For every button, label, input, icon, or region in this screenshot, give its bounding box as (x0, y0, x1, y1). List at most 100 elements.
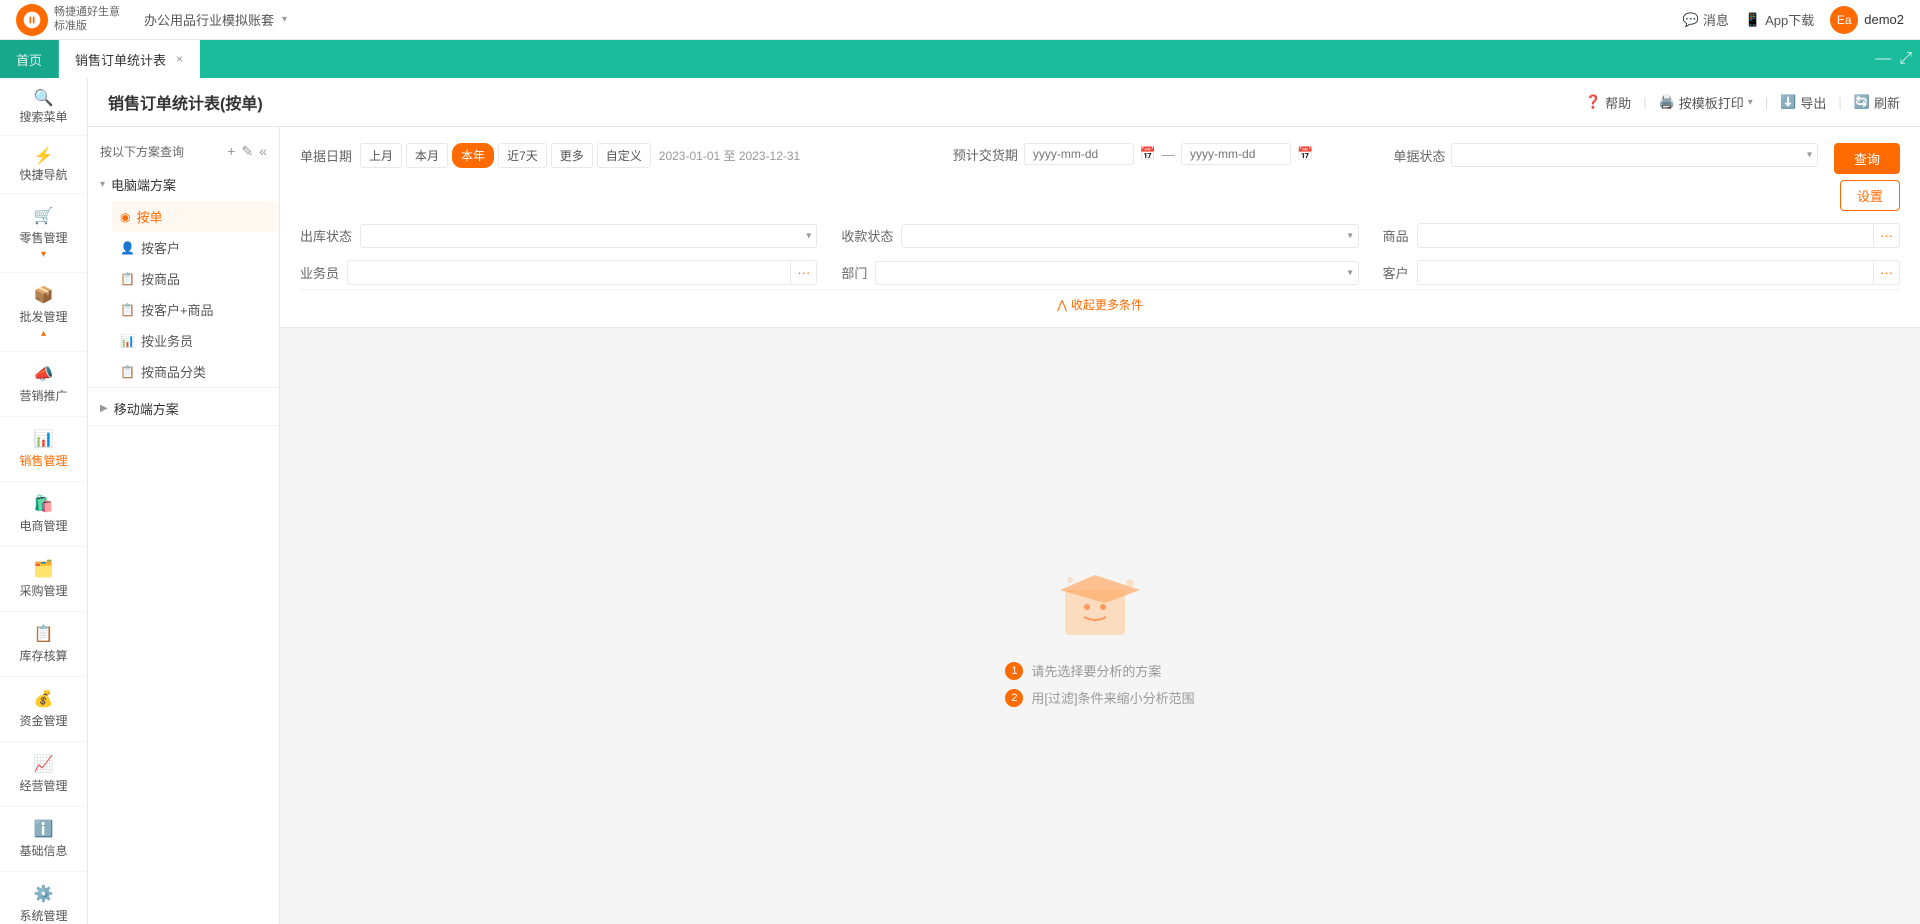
sidebar-item-marketing[interactable]: 📣 营销推广 (0, 352, 87, 417)
refresh-button[interactable]: 🔄 刷新 (1854, 93, 1900, 112)
mobile-expand-arrow-icon: ▶ (100, 403, 108, 414)
app-download-button[interactable]: 📱 App下载 (1745, 10, 1814, 29)
date-dash: — (1162, 147, 1175, 162)
scheme-by-goods[interactable]: 📋 按商品 (112, 263, 279, 294)
tab-home[interactable]: 首页 (0, 40, 59, 78)
divider3: | (1838, 95, 1841, 110)
scheme-by-category[interactable]: 📋 按商品分类 (112, 356, 279, 387)
date-btn-more[interactable]: 更多 (551, 143, 593, 168)
two-panel: 按以下方案查询 + ✎ « ▾ 电脑端方案 ◉ 按 (88, 127, 1920, 924)
sidebar-item-finance[interactable]: 💰 资金管理 (0, 677, 87, 742)
page-header: 销售订单统计表(按单) ❓ 帮助 | 🖨️ 按模板打印 ▾ | ⬇️ 导出 | (88, 78, 1920, 127)
app-dropdown[interactable]: ▾ (282, 14, 287, 25)
date-btn-this-month[interactable]: 本月 (406, 143, 448, 168)
sidebar-item-basic[interactable]: ℹ️ 基础信息 (0, 807, 87, 872)
salesperson-dots-icon[interactable]: ··· (790, 261, 816, 284)
top-bar: 畅捷通好生意 标准版 办公用品行业模拟账套 ▾ 💬 消息 📱 App下载 Ea … (0, 0, 1920, 40)
sidebar-item-inventory[interactable]: 📋 库存核算 (0, 612, 87, 677)
sidebar-item-retail[interactable]: 🛒 零售管理 ▾ (0, 194, 87, 273)
sidebar-item-sales[interactable]: 📊 销售管理 (0, 417, 87, 482)
goods-dots-icon[interactable]: ··· (1873, 224, 1899, 247)
desktop-schemes-section: ▾ 电脑端方案 ◉ 按单 👤 按客户 📋 (88, 168, 279, 388)
finance-icon: 💰 (34, 689, 54, 709)
goods-label: 商品 (1383, 226, 1409, 245)
top-bar-right: 💬 消息 📱 App下载 Ea demo2 (1683, 6, 1904, 34)
page-title: 销售订单统计表(按单) (108, 90, 263, 114)
sidebar-item-operations[interactable]: 📈 经营管理 (0, 742, 87, 807)
scheme-by-order[interactable]: ◉ 按单 (112, 201, 279, 232)
date-btn-last-month[interactable]: 上月 (360, 143, 402, 168)
sidebar-item-purchase[interactable]: 🗂️ 采购管理 (0, 547, 87, 612)
date-btn-this-year[interactable]: 本年 (452, 143, 494, 168)
ecommerce-icon: 🛍️ (34, 494, 54, 514)
sidebar-quick-nav[interactable]: ⚡ 快捷导航 (0, 136, 87, 194)
date-btn-custom[interactable]: 自定义 (597, 143, 651, 168)
retail-icon: 🛒 (34, 206, 54, 226)
scheme-cg-icon: 📋 (120, 303, 135, 317)
customer-label: 客户 (1383, 263, 1409, 282)
date-calendar-end-icon[interactable]: 📅 (1297, 146, 1313, 162)
tab-minimize-icon[interactable]: — (1875, 50, 1891, 68)
sidebar-item-wholesale[interactable]: 📦 批发管理 ▴ (0, 273, 87, 352)
tab-active[interactable]: 销售订单统计表 × (59, 40, 200, 78)
query-button[interactable]: 查询 (1834, 143, 1900, 174)
department-select[interactable] (875, 261, 1358, 285)
desktop-schemes-title[interactable]: ▾ 电脑端方案 (88, 168, 279, 201)
app-title: 办公用品行业模拟账套 (144, 10, 274, 29)
hint-item-1: 1 请先选择要分析的方案 (1005, 661, 1194, 680)
avatar: Ea (1830, 6, 1858, 34)
export-icon: ⬇️ (1780, 94, 1796, 110)
user-area[interactable]: Ea demo2 (1830, 6, 1904, 34)
bill-status-select[interactable] (1451, 143, 1818, 167)
salesperson-input[interactable] (348, 262, 790, 284)
message-button[interactable]: 💬 消息 (1683, 10, 1729, 29)
collapse-panel-icon[interactable]: « (259, 143, 267, 160)
user-name: demo2 (1864, 12, 1904, 27)
customer-input[interactable] (1418, 262, 1873, 284)
scheme-by-customer-goods[interactable]: 📋 按客户+商品 (112, 294, 279, 325)
add-scheme-icon[interactable]: + (227, 143, 235, 160)
print-button[interactable]: 🖨️ 按模板打印 ▾ (1659, 93, 1753, 112)
logo-area: 畅捷通好生意 标准版 (16, 4, 120, 36)
date-buttons: 上月 本月 本年 近7天 更多 自定义 (360, 143, 651, 168)
settings-button[interactable]: 设置 (1840, 180, 1900, 211)
hint-item-2: 2 用[过滤]条件来缩小分析范围 (1005, 688, 1194, 707)
top-bar-left: 畅捷通好生意 标准版 办公用品行业模拟账套 ▾ (16, 4, 287, 36)
help-button[interactable]: ❓ 帮助 (1585, 93, 1631, 112)
customer-dots-icon[interactable]: ··· (1873, 261, 1899, 284)
empty-illustration (1040, 545, 1160, 645)
date-btn-7days[interactable]: 近7天 (498, 143, 547, 168)
goods-input[interactable] (1418, 225, 1873, 247)
tab-close-icon[interactable]: × (176, 52, 183, 66)
payment-status-select[interactable] (901, 224, 1358, 248)
scheme-customer-icon: 👤 (120, 241, 135, 255)
sidebar-item-system[interactable]: ⚙️ 系统管理 (0, 872, 87, 924)
divider1: | (1643, 95, 1646, 110)
sidebar-search[interactable]: 🔍 搜索菜单 (0, 78, 87, 136)
salesperson-label: 业务员 (300, 263, 339, 282)
page-header-actions: ❓ 帮助 | 🖨️ 按模板打印 ▾ | ⬇️ 导出 | 🔄 刷新 (1585, 93, 1900, 112)
scheme-by-customer[interactable]: 👤 按客户 (112, 232, 279, 263)
sales-icon: 📊 (34, 429, 54, 449)
expected-delivery-end[interactable] (1181, 143, 1291, 165)
operations-icon: 📈 (34, 754, 54, 774)
sidebar: 🔍 搜索菜单 ⚡ 快捷导航 🛒 零售管理 ▾ 📦 批发管理 ▴ 📣 营销推广 📊… (0, 78, 88, 924)
main-layout: 🔍 搜索菜单 ⚡ 快捷导航 🛒 零售管理 ▾ 📦 批发管理 ▴ 📣 营销推广 📊… (0, 78, 1920, 924)
download-icon: 📱 (1745, 12, 1761, 28)
edit-scheme-icon[interactable]: ✎ (241, 143, 253, 160)
tab-maximize-icon[interactable]: ⤢ (1899, 50, 1912, 68)
inventory-icon: 📋 (34, 624, 54, 644)
logo-icon (16, 4, 48, 36)
scheme-category-icon: 📋 (120, 365, 135, 379)
ship-status-select[interactable] (360, 224, 817, 248)
collapse-chevron-icon: ⋀ (1057, 298, 1067, 312)
scheme-goods-icon: 📋 (120, 272, 135, 286)
expected-delivery-start[interactable] (1024, 143, 1134, 165)
collapse-filters-button[interactable]: ⋀ 收起更多条件 (300, 289, 1900, 319)
mobile-schemes-title[interactable]: ▶ 移动端方案 (88, 392, 279, 425)
export-button[interactable]: ⬇️ 导出 (1780, 93, 1826, 112)
sidebar-item-ecommerce[interactable]: 🛍️ 电商管理 (0, 482, 87, 547)
date-calendar-start-icon[interactable]: 📅 (1140, 146, 1156, 162)
scheme-by-salesperson[interactable]: 📊 按业务员 (112, 325, 279, 356)
desktop-schemes-list: ◉ 按单 👤 按客户 📋 按商品 📋 按客 (88, 201, 279, 387)
